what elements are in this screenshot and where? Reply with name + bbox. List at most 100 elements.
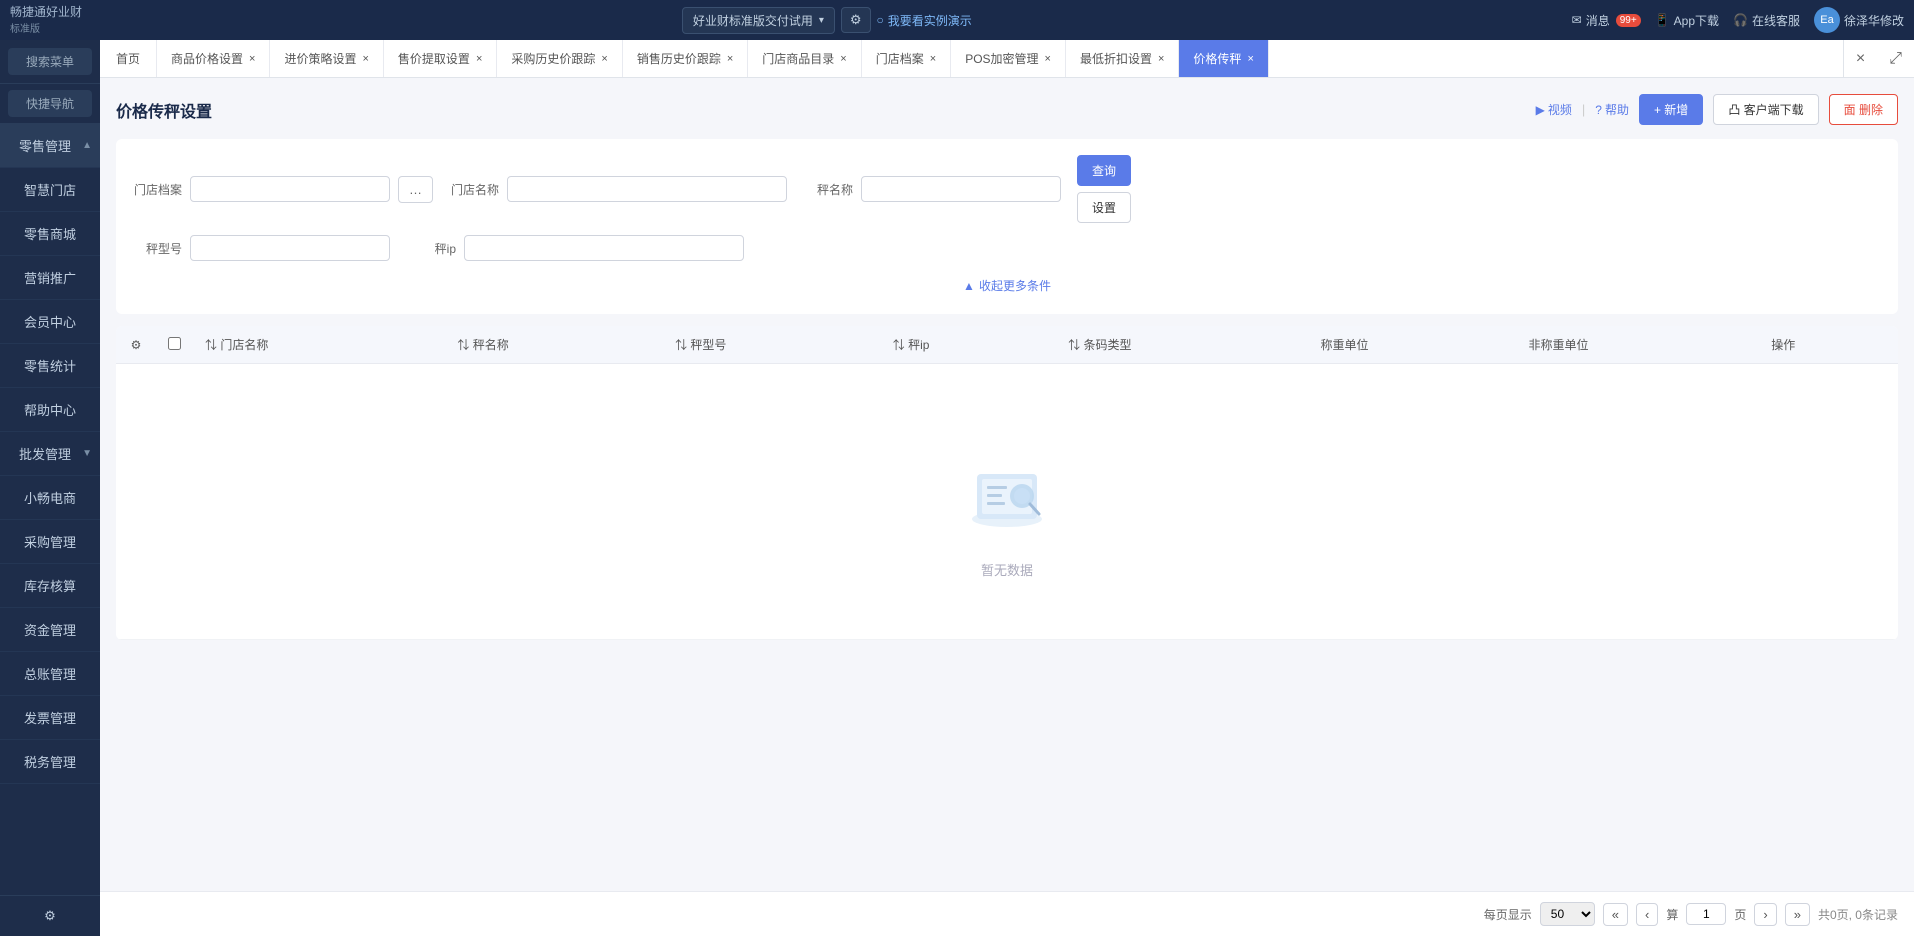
search-field-store-name: 门店名称 bbox=[449, 176, 787, 202]
message-icon: ✉ bbox=[1572, 13, 1582, 27]
tab-goods-price[interactable]: 商品价格设置 × bbox=[157, 40, 270, 78]
divider: | bbox=[1582, 102, 1585, 117]
sort-icon[interactable]: ⇅ bbox=[675, 338, 687, 352]
scale-name-input[interactable] bbox=[861, 176, 1061, 202]
demo-label: 我要看实例演示 bbox=[888, 12, 972, 29]
query-button[interactable]: 查询 bbox=[1077, 155, 1131, 186]
tab-close-icon[interactable]: × bbox=[1045, 53, 1051, 65]
store-name-label: 门店名称 bbox=[449, 181, 499, 198]
sidebar-item-wholesale-mgmt[interactable]: 批发管理 ▼ bbox=[0, 432, 100, 476]
th-check[interactable] bbox=[156, 326, 193, 364]
help-link[interactable]: ? 帮助 bbox=[1595, 101, 1629, 118]
tab-purchase-history[interactable]: 采购历史价跟踪 × bbox=[497, 40, 622, 78]
sidebar-item-help-center[interactable]: 帮助中心 bbox=[0, 388, 100, 432]
store-name-input[interactable] bbox=[507, 176, 787, 202]
expand-arrow-icon: ▼ bbox=[82, 448, 92, 459]
user-name: 徐泽华修改 bbox=[1844, 12, 1904, 29]
settings-button[interactable]: 设置 bbox=[1077, 192, 1131, 223]
last-page-button[interactable]: » bbox=[1785, 903, 1810, 926]
empty-icon bbox=[957, 444, 1057, 544]
sidebar-item-invoice-mgmt[interactable]: 发票管理 bbox=[0, 696, 100, 740]
sort-icon[interactable]: ⇅ bbox=[893, 338, 905, 352]
tab-close-icon[interactable]: × bbox=[476, 53, 482, 65]
tab-close-icon[interactable]: × bbox=[249, 53, 255, 65]
first-page-button[interactable]: « bbox=[1603, 903, 1628, 926]
expand-tab-button[interactable]: ⤢ bbox=[1877, 40, 1914, 78]
sidebar-item-tax-mgmt[interactable]: 税务管理 bbox=[0, 740, 100, 784]
tab-close-icon[interactable]: × bbox=[1158, 53, 1164, 65]
sidebar-item-label: 智慧门店 bbox=[8, 180, 92, 199]
download-client-button[interactable]: 凸 客户端下载 bbox=[1713, 94, 1818, 125]
delete-button[interactable]: 面 删除 bbox=[1829, 94, 1898, 125]
search-field-scale-ip: 秤ip bbox=[406, 235, 744, 261]
page-input[interactable] bbox=[1686, 903, 1726, 925]
tab-close-icon[interactable]: × bbox=[362, 53, 368, 65]
per-page-select[interactable]: 50 10 20 100 bbox=[1540, 902, 1595, 926]
tab-label: 门店商品目录 bbox=[762, 50, 834, 67]
search-menu-button[interactable]: 搜索菜单 bbox=[8, 48, 92, 75]
env-selector[interactable]: 好业财标准版交付试用 ▾ bbox=[682, 7, 835, 34]
search-actions: 查询 设置 bbox=[1077, 155, 1131, 223]
sort-icon[interactable]: ⇅ bbox=[457, 338, 469, 352]
sidebar-item-finance-mgmt[interactable]: 资金管理 bbox=[0, 608, 100, 652]
tab-bar-end: × ⤢ bbox=[1843, 40, 1914, 78]
scale-model-input[interactable] bbox=[190, 235, 390, 261]
video-label: 视频 bbox=[1548, 101, 1572, 118]
demo-link[interactable]: ○ 我要看实例演示 bbox=[877, 12, 972, 29]
tab-label: 商品价格设置 bbox=[171, 50, 243, 67]
sort-icon[interactable]: ⇅ bbox=[205, 338, 217, 352]
tab-store-catalog[interactable]: 门店商品目录 × bbox=[748, 40, 861, 78]
env-gear-button[interactable]: ⚙ bbox=[841, 7, 871, 33]
store-file-input[interactable] bbox=[190, 176, 390, 202]
top-bar-right: ✉ 消息 99+ 📱 App下载 🎧 在线客服 Ea 徐泽华修改 bbox=[1572, 7, 1904, 33]
th-store-name: ⇅ 门店名称 bbox=[193, 326, 445, 364]
app-download-button[interactable]: 📱 App下载 bbox=[1655, 12, 1719, 29]
online-service-button[interactable]: 🎧 在线客服 bbox=[1733, 12, 1800, 29]
tab-close-icon[interactable]: × bbox=[840, 53, 846, 65]
tab-close-icon[interactable]: × bbox=[1247, 53, 1253, 65]
user-menu-button[interactable]: Ea 徐泽华修改 bbox=[1814, 7, 1904, 33]
sidebar-item-retail-mgmt[interactable]: 零售管理 ▲ bbox=[0, 124, 100, 168]
sidebar-item-label: 采购管理 bbox=[8, 532, 92, 551]
tab-pos-encrypt[interactable]: POS加密管理 × bbox=[951, 40, 1066, 78]
add-button[interactable]: + 新增 bbox=[1639, 94, 1703, 125]
table-header: ⚙ ⇅ 门店名称 ⇅ 秤名称 ⇅ 秤型号 bbox=[116, 326, 1898, 364]
sidebar-item-marketing[interactable]: 营销推广 bbox=[0, 256, 100, 300]
prev-page-button[interactable]: ‹ bbox=[1636, 903, 1658, 926]
quick-nav-button[interactable]: 快捷导航 bbox=[8, 90, 92, 117]
table-body: 暂无数据 bbox=[116, 364, 1898, 640]
sidebar-item-retail-mall[interactable]: 零售商城 bbox=[0, 212, 100, 256]
tab-sale-price[interactable]: 售价提取设置 × bbox=[384, 40, 497, 78]
tab-price-scale[interactable]: 价格传秤 × bbox=[1179, 40, 1268, 78]
collapse-label: 收起更多条件 bbox=[979, 277, 1051, 294]
sidebar-item-retail-stats[interactable]: 零售统计 bbox=[0, 344, 100, 388]
sidebar-item-smart-store[interactable]: 智慧门店 bbox=[0, 168, 100, 212]
th-gear[interactable]: ⚙ bbox=[116, 326, 156, 364]
demo-icon: ○ bbox=[877, 13, 884, 27]
tab-purchase-strategy[interactable]: 进价策略设置 × bbox=[270, 40, 383, 78]
sidebar-item-inventory[interactable]: 库存核算 bbox=[0, 564, 100, 608]
tab-close-icon[interactable]: × bbox=[727, 53, 733, 65]
sidebar-item-xiaochangec[interactable]: 小畅电商 bbox=[0, 476, 100, 520]
collapse-button[interactable]: ▲ 收起更多条件 bbox=[951, 273, 1063, 298]
video-link[interactable]: ▶ 视频 bbox=[1536, 101, 1572, 118]
scale-ip-input[interactable] bbox=[464, 235, 744, 261]
sidebar-item-general-ledger[interactable]: 总账管理 bbox=[0, 652, 100, 696]
messages-button[interactable]: ✉ 消息 99+ bbox=[1572, 12, 1641, 29]
tab-close-icon[interactable]: × bbox=[930, 53, 936, 65]
online-service-label: 在线客服 bbox=[1752, 12, 1800, 29]
tab-min-discount[interactable]: 最低折扣设置 × bbox=[1066, 40, 1179, 78]
store-file-picker-button[interactable]: … bbox=[398, 176, 433, 203]
sidebar-item-member-center[interactable]: 会员中心 bbox=[0, 300, 100, 344]
select-all-checkbox[interactable] bbox=[168, 337, 181, 350]
sort-icon[interactable]: ⇅ bbox=[1068, 338, 1080, 352]
tab-close-icon[interactable]: × bbox=[601, 53, 607, 65]
sidebar-settings-button[interactable]: ⚙ bbox=[0, 895, 100, 936]
tab-home[interactable]: 首页 bbox=[100, 40, 157, 78]
tab-store-file[interactable]: 门店档案 × bbox=[862, 40, 951, 78]
sidebar-item-purchase-mgmt[interactable]: 采购管理 bbox=[0, 520, 100, 564]
app-download-label: App下载 bbox=[1674, 12, 1719, 29]
close-tab-button[interactable]: × bbox=[1844, 40, 1877, 78]
next-page-button[interactable]: › bbox=[1754, 903, 1776, 926]
tab-sale-history[interactable]: 销售历史价跟踪 × bbox=[623, 40, 748, 78]
